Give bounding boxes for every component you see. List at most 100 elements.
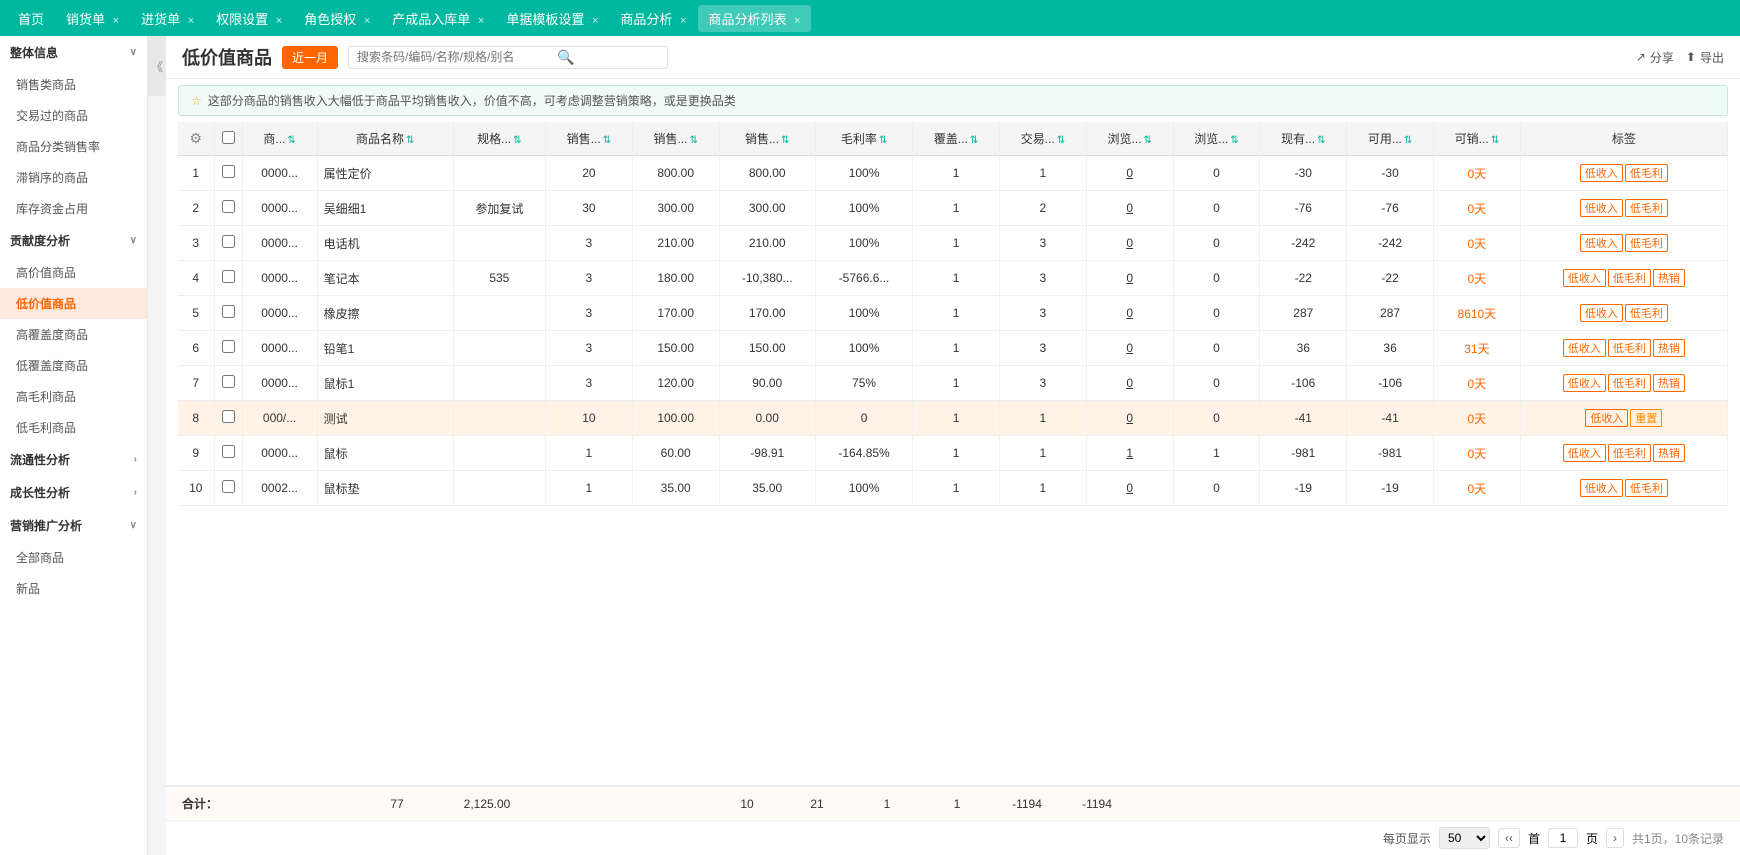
close-icon[interactable]: × bbox=[113, 15, 119, 27]
settings-icon[interactable]: ⚙ bbox=[189, 130, 202, 146]
row-coverage: 1 bbox=[913, 296, 1000, 331]
sidebar-section-overall[interactable]: 整体信息 ∨ bbox=[0, 36, 147, 69]
row-margin: 0 bbox=[815, 401, 912, 436]
sales1-column-header[interactable]: 销售...⇅ bbox=[545, 122, 632, 156]
close-icon[interactable]: × bbox=[478, 15, 484, 27]
margin-column-header[interactable]: 毛利率⇅ bbox=[815, 122, 912, 156]
sidebar-item-new-products[interactable]: 新品 bbox=[0, 573, 147, 604]
sidebar-section-circulation[interactable]: 流通性分析 › bbox=[0, 443, 147, 476]
nav-purchase[interactable]: 进货单 × bbox=[131, 5, 204, 32]
sidebar-section-marketing[interactable]: 营销推广分析 ∨ bbox=[0, 509, 147, 542]
browse-link[interactable]: 0 bbox=[1126, 271, 1133, 285]
row-checkbox[interactable] bbox=[222, 200, 235, 213]
nav-template[interactable]: 单据模板设置 × bbox=[496, 5, 608, 32]
nav-permission[interactable]: 权限设置 × bbox=[206, 5, 292, 32]
settings-column-header[interactable]: ⚙ bbox=[178, 122, 214, 156]
nav-role[interactable]: 角色授权 × bbox=[294, 5, 380, 32]
page-total-info: 共1页，10条记录 bbox=[1632, 830, 1724, 847]
first-page-button[interactable]: ‹‹ bbox=[1498, 828, 1520, 848]
sidebar-item-traded-products[interactable]: 交易过的商品 bbox=[0, 100, 147, 131]
sidebar-collapse-button[interactable]: 《 bbox=[148, 36, 166, 96]
row-checkbox[interactable] bbox=[222, 235, 235, 248]
row-checkbox[interactable] bbox=[222, 340, 235, 353]
name-column-header[interactable]: 商品名称⇅ bbox=[317, 122, 453, 156]
row-name: 吴细细1 bbox=[317, 191, 453, 226]
sidebar-item-category-sales-rate[interactable]: 商品分类销售率 bbox=[0, 131, 147, 162]
search-input[interactable] bbox=[357, 50, 557, 64]
sidebar-item-all-products[interactable]: 全部商品 bbox=[0, 542, 147, 573]
row-current-stock: -981 bbox=[1260, 436, 1347, 471]
row-code: 0000... bbox=[242, 331, 317, 366]
sidebar-item-slow-products[interactable]: 滞销序的商品 bbox=[0, 162, 147, 193]
close-icon[interactable]: × bbox=[680, 15, 686, 27]
browse-link[interactable]: 0 bbox=[1126, 341, 1133, 355]
sidebar-item-inventory-capital[interactable]: 库存资金占用 bbox=[0, 193, 147, 224]
row-checkbox[interactable] bbox=[222, 410, 235, 423]
row-checkbox[interactable] bbox=[222, 445, 235, 458]
sort-icon: ⇅ bbox=[970, 135, 978, 146]
row-checkbox[interactable] bbox=[222, 305, 235, 318]
export-button[interactable]: ⬆ 导出 bbox=[1686, 49, 1724, 66]
totals-col12: 1 bbox=[852, 797, 922, 811]
transaction-column-header[interactable]: 交易...⇅ bbox=[1000, 122, 1087, 156]
nav-product-analysis-list[interactable]: 商品分析列表 × bbox=[698, 5, 810, 32]
browse-link[interactable]: 0 bbox=[1126, 201, 1133, 215]
sidebar-item-high-value[interactable]: 高价值商品 bbox=[0, 257, 147, 288]
coverage-column-header[interactable]: 覆盖...⇅ bbox=[913, 122, 1000, 156]
code-column-header[interactable]: 商...⇅ bbox=[242, 122, 317, 156]
sidebar-item-low-margin[interactable]: 低毛利商品 bbox=[0, 412, 147, 443]
sidebar-item-high-coverage[interactable]: 高覆盖度商品 bbox=[0, 319, 147, 350]
row-code: 0000... bbox=[242, 296, 317, 331]
sidebar-item-sales-products[interactable]: 销售类商品 bbox=[0, 69, 147, 100]
browse-link[interactable]: 0 bbox=[1126, 481, 1133, 495]
nav-home[interactable]: 首页 bbox=[8, 5, 54, 32]
row-checkbox[interactable] bbox=[222, 480, 235, 493]
sidebar-item-low-coverage[interactable]: 低覆盖度商品 bbox=[0, 350, 147, 381]
next-page-button[interactable]: › bbox=[1606, 828, 1624, 848]
close-icon[interactable]: × bbox=[592, 15, 598, 27]
row-code: 0000... bbox=[242, 226, 317, 261]
share-button[interactable]: ↗ 分享 bbox=[1636, 49, 1674, 66]
select-all-checkbox[interactable] bbox=[222, 131, 235, 144]
sidebar-section-contribution[interactable]: 贡献度分析 ∨ bbox=[0, 224, 147, 257]
close-icon[interactable]: × bbox=[276, 15, 282, 27]
nav-sales[interactable]: 销货单 × bbox=[56, 5, 129, 32]
sales2-column-header[interactable]: 销售...⇅ bbox=[632, 122, 719, 156]
browse-link[interactable]: 0 bbox=[1126, 411, 1133, 425]
spec-column-header[interactable]: 规格...⇅ bbox=[453, 122, 545, 156]
browse-link[interactable]: 0 bbox=[1126, 236, 1133, 250]
row-name: 橡皮擦 bbox=[317, 296, 453, 331]
browse-link[interactable]: 0 bbox=[1126, 306, 1133, 320]
sales3-column-header[interactable]: 销售...⇅ bbox=[719, 122, 815, 156]
row-index: 1 bbox=[178, 156, 214, 191]
browse1-column-header[interactable]: 浏览...⇅ bbox=[1086, 122, 1173, 156]
browse2-column-header[interactable]: 浏览...⇅ bbox=[1173, 122, 1260, 156]
sidebar-section-growth[interactable]: 成长性分析 › bbox=[0, 476, 147, 509]
filter-recent-month-button[interactable]: 近一月 bbox=[282, 46, 338, 69]
nav-product-analysis[interactable]: 商品分析 × bbox=[610, 5, 696, 32]
row-checkbox[interactable] bbox=[222, 375, 235, 388]
browse-link[interactable]: 0 bbox=[1126, 376, 1133, 390]
available-stock-column-header[interactable]: 可用...⇅ bbox=[1347, 122, 1434, 156]
current-stock-column-header[interactable]: 现有...⇅ bbox=[1260, 122, 1347, 156]
row-spec bbox=[453, 401, 545, 436]
tag-badge: 低毛利 bbox=[1608, 444, 1651, 462]
row-checkbox[interactable] bbox=[222, 165, 235, 178]
close-icon[interactable]: × bbox=[188, 15, 194, 27]
search-icon[interactable]: 🔍 bbox=[557, 49, 574, 66]
chevron-down-icon: ∨ bbox=[130, 235, 137, 246]
close-icon[interactable]: × bbox=[794, 15, 800, 27]
row-checkbox[interactable] bbox=[222, 270, 235, 283]
sellable-days-column-header[interactable]: 可销...⇅ bbox=[1433, 122, 1520, 156]
sidebar-item-high-margin[interactable]: 高毛利商品 bbox=[0, 381, 147, 412]
close-icon[interactable]: × bbox=[364, 15, 370, 27]
row-sales3: 800.00 bbox=[719, 156, 815, 191]
row-checkbox-cell bbox=[214, 331, 242, 366]
browse-link[interactable]: 1 bbox=[1126, 446, 1133, 460]
browse-link[interactable]: 0 bbox=[1126, 166, 1133, 180]
sidebar-item-low-value[interactable]: 低价值商品 bbox=[0, 288, 147, 319]
chevron-right-icon: › bbox=[134, 487, 137, 498]
page-number-input[interactable] bbox=[1548, 828, 1578, 848]
nav-product-in[interactable]: 产成品入库单 × bbox=[382, 5, 494, 32]
page-size-select[interactable]: 50 100 bbox=[1439, 827, 1490, 849]
